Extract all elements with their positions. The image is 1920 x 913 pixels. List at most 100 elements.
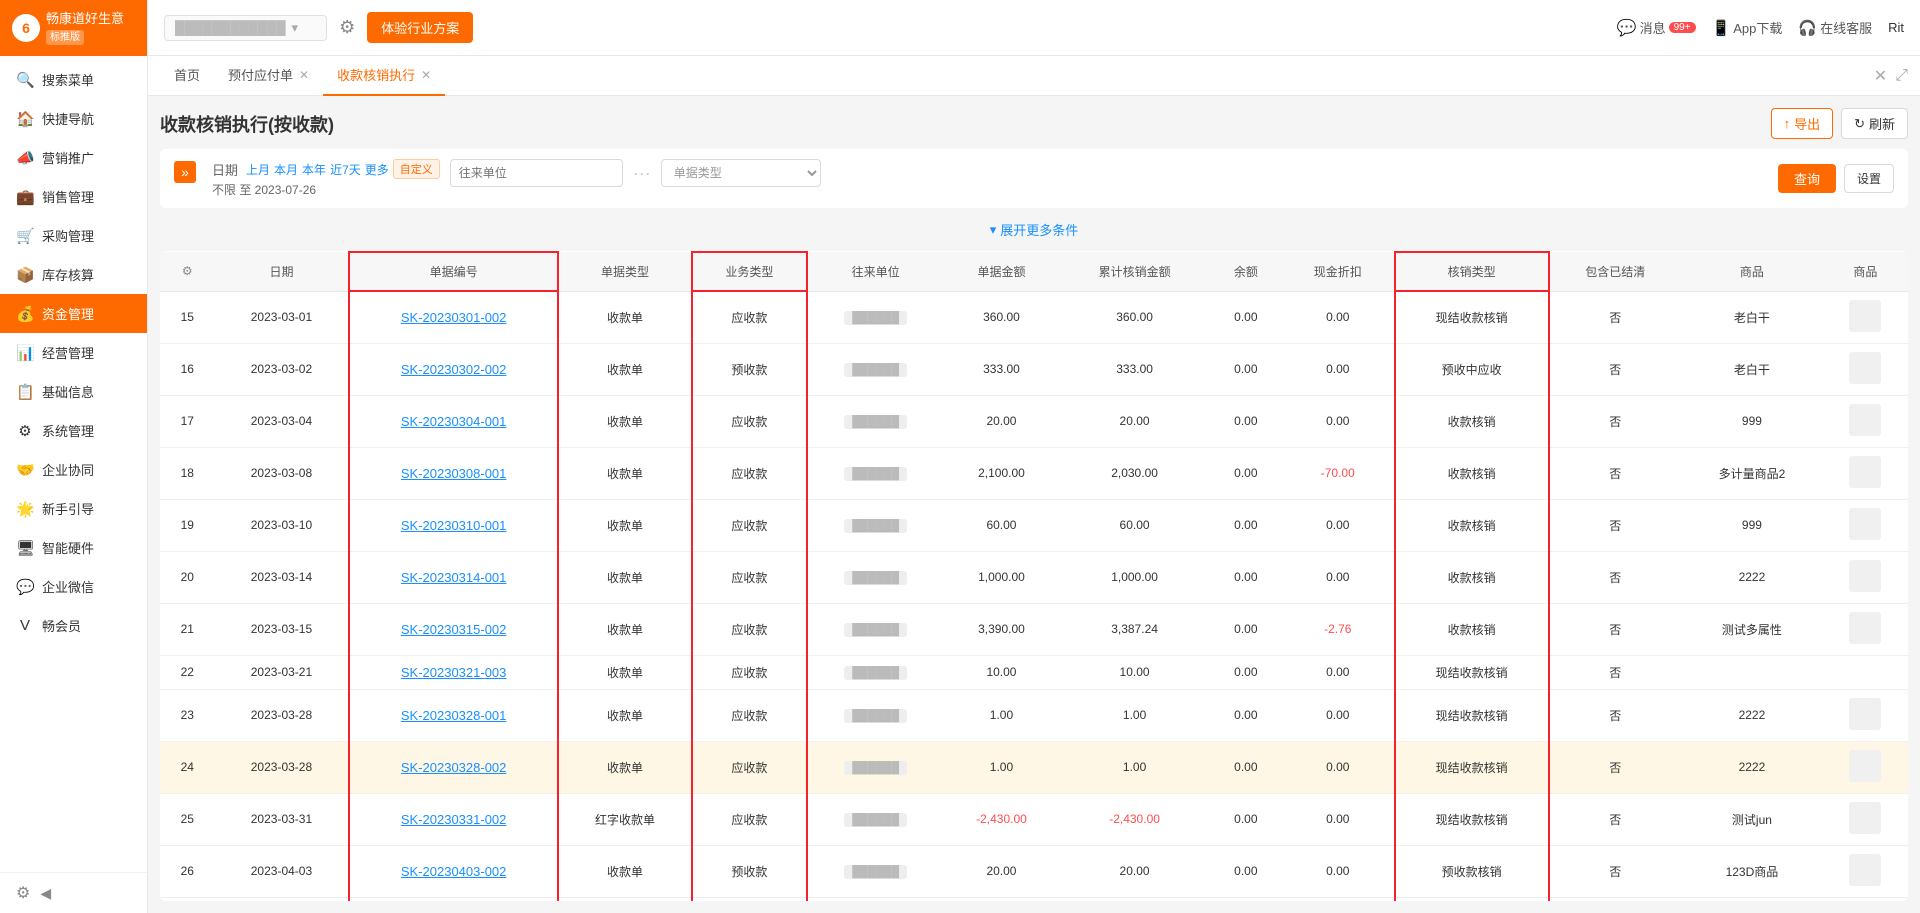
cell-biz-type-1: 预收款 <box>692 343 807 395</box>
cell-balance-0: 0.00 <box>1210 291 1282 343</box>
cell-no-4: 19 <box>160 499 215 551</box>
tabs-close-all-icon[interactable]: ✕ <box>1874 66 1887 86</box>
sidebar-item-9[interactable]: ⚙系统管理 <box>0 411 147 450</box>
sidebar-icon-6: 💰 <box>16 305 34 323</box>
filter-toggle-button[interactable]: » <box>174 161 196 183</box>
topbar-gear-icon[interactable]: ⚙ <box>339 17 355 38</box>
cell-doc-type-5: 收款单 <box>558 551 692 603</box>
sidebar-label-2: 营销推广 <box>42 148 94 167</box>
app-download-icon[interactable]: 📱 App下载 <box>1712 18 1783 37</box>
cell-goods-img-10 <box>1823 793 1908 845</box>
cell-no-7: 22 <box>160 655 215 689</box>
cell-biz-type-8: 应收款 <box>692 689 807 741</box>
tabs-expand-icon[interactable]: ⤢ <box>1895 67 1908 85</box>
sidebar-collapse-icon[interactable]: ◀ <box>40 885 51 902</box>
cell-date-8: 2023-03-28 <box>215 689 350 741</box>
sidebar-item-10[interactable]: 🤝企业协同 <box>0 450 147 489</box>
filter-this-year[interactable]: 本年 <box>302 161 326 178</box>
sidebar-item-2[interactable]: 📣营销推广 <box>0 138 147 177</box>
table-settings-header[interactable]: ⚙ <box>160 252 215 291</box>
cell-doc-type-3: 收款单 <box>558 447 692 499</box>
page-header: 收款核销执行(按收款) ↑ 导出 ↻ 刷新 <box>160 108 1908 139</box>
sidebar-item-12[interactable]: 🖥智能硬件 <box>0 528 147 567</box>
sidebar-item-7[interactable]: 📊经营管理 <box>0 333 147 372</box>
sidebar-item-6[interactable]: 💰资金管理 <box>0 294 147 333</box>
cell-include-settled-0: 否 <box>1549 291 1682 343</box>
filter-doc-type-group: 单据类型 <box>661 159 821 187</box>
col-cancel-type-header: 核销类型 <box>1395 252 1549 291</box>
sidebar-item-11[interactable]: 🌟新手引导 <box>0 489 147 528</box>
table-header-row: ⚙ 日期 单据编号 单据类型 业务类型 往来单位 单据金额 累计核销金额 余额 … <box>160 252 1908 291</box>
customer-service-icon[interactable]: 🎧 在线客服 <box>1798 18 1872 37</box>
sidebar-item-4[interactable]: 🛒采购管理 <box>0 216 147 255</box>
cell-goods-img-11 <box>1823 845 1908 897</box>
filter-partner-input[interactable] <box>450 159 623 187</box>
col-balance-header: 余额 <box>1210 252 1282 291</box>
refresh-button[interactable]: ↻ 刷新 <box>1841 108 1908 139</box>
message-icon[interactable]: 💬 消息 99+ <box>1617 18 1696 38</box>
filter-date-range: 不限 至 2023-07-26 <box>212 181 440 198</box>
cell-doc-no-8: SK-20230328-001 <box>349 689 558 741</box>
filter-doc-type-select[interactable]: 单据类型 <box>661 159 821 187</box>
cell-doc-no-10: SK-20230331-002 <box>349 793 558 845</box>
sidebar-label-13: 企业微信 <box>42 577 94 596</box>
expand-conditions-button[interactable]: ▾ 展开更多条件 <box>990 220 1079 239</box>
tab-collection[interactable]: 收款核销执行 ✕ <box>323 56 445 96</box>
filter-last-7[interactable]: 近7天 <box>330 161 361 178</box>
cell-goods-img-5 <box>1823 551 1908 603</box>
sidebar-label-8: 基础信息 <box>42 382 94 401</box>
goods-thumbnail <box>1849 802 1881 834</box>
sidebar-label-5: 库存核算 <box>42 265 94 284</box>
sidebar-item-0[interactable]: 🔍搜索菜单 <box>0 60 147 99</box>
sidebar-item-14[interactable]: V畅会员 <box>0 606 147 645</box>
cell-amount-1: 333.00 <box>944 343 1060 395</box>
cell-amount-9: 1.00 <box>944 741 1060 793</box>
sidebar-item-8[interactable]: 📋 基础信息 <box>0 372 147 411</box>
cell-biz-type-3: 应收款 <box>692 447 807 499</box>
cell-doc-type-11: 收款单 <box>558 845 692 897</box>
cell-goods-5: 2222 <box>1681 551 1823 603</box>
cell-biz-type-12: 应收款 <box>692 897 807 901</box>
sidebar-item-13[interactable]: 💬企业微信 <box>0 567 147 606</box>
query-button[interactable]: 查询 <box>1778 164 1836 193</box>
filter-this-month[interactable]: 本月 <box>274 161 298 178</box>
solution-button[interactable]: 体验行业方案 <box>367 12 473 43</box>
logo-text: 畅康道好生意 标推版 <box>46 11 124 45</box>
filter-last-month[interactable]: 上月 <box>246 161 270 178</box>
filter-more-date[interactable]: 更多 <box>365 161 389 178</box>
cell-partner-9: ██████ <box>807 741 944 793</box>
cell-date-10: 2023-03-31 <box>215 793 350 845</box>
sidebar-gear-icon[interactable]: ⚙ <box>16 883 30 903</box>
cell-discount-11: 0.00 <box>1282 845 1395 897</box>
sidebar-icon-3: 💼 <box>16 188 34 206</box>
cell-partner-2: ██████ <box>807 395 944 447</box>
tab-collection-close[interactable]: ✕ <box>421 68 431 82</box>
cell-cumulative-7: 10.00 <box>1059 655 1210 689</box>
cell-goods-3: 多计量商品2 <box>1681 447 1823 499</box>
tab-prepay-close[interactable]: ✕ <box>299 68 309 82</box>
cell-partner-0: ██████ <box>807 291 944 343</box>
table-row: 25 2023-03-31 SK-20230331-002 红字收款单 应收款 … <box>160 793 1908 845</box>
cell-goods-img-0 <box>1823 291 1908 343</box>
tab-home[interactable]: 首页 <box>160 56 214 96</box>
sidebar-item-5[interactable]: 📦库存核算 <box>0 255 147 294</box>
cell-doc-type-8: 收款单 <box>558 689 692 741</box>
export-icon: ↑ <box>1784 116 1791 131</box>
cell-discount-2: 0.00 <box>1282 395 1395 447</box>
cell-doc-type-4: 收款单 <box>558 499 692 551</box>
user-name[interactable]: Rit <box>1888 20 1904 35</box>
topbar-select[interactable]: ████████████ ▾ <box>164 15 327 41</box>
sidebar-label-4: 采购管理 <box>42 226 94 245</box>
sidebar-icon-9: ⚙ <box>16 422 34 440</box>
goods-thumbnail <box>1849 352 1881 384</box>
sidebar-item-3[interactable]: 💼销售管理 <box>0 177 147 216</box>
sidebar-item-1[interactable]: 🏠快捷导航 <box>0 99 147 138</box>
sidebar-icon-8: 📋 <box>16 383 34 401</box>
settings-button[interactable]: 设置 <box>1844 164 1894 193</box>
goods-thumbnail <box>1849 854 1881 886</box>
tab-prepay[interactable]: 预付应付单 ✕ <box>214 56 323 96</box>
col-partner-header: 往来单位 <box>807 252 944 291</box>
filter-custom-badge[interactable]: 自定义 <box>393 159 440 179</box>
export-button[interactable]: ↑ 导出 <box>1771 108 1834 139</box>
cell-no-1: 16 <box>160 343 215 395</box>
